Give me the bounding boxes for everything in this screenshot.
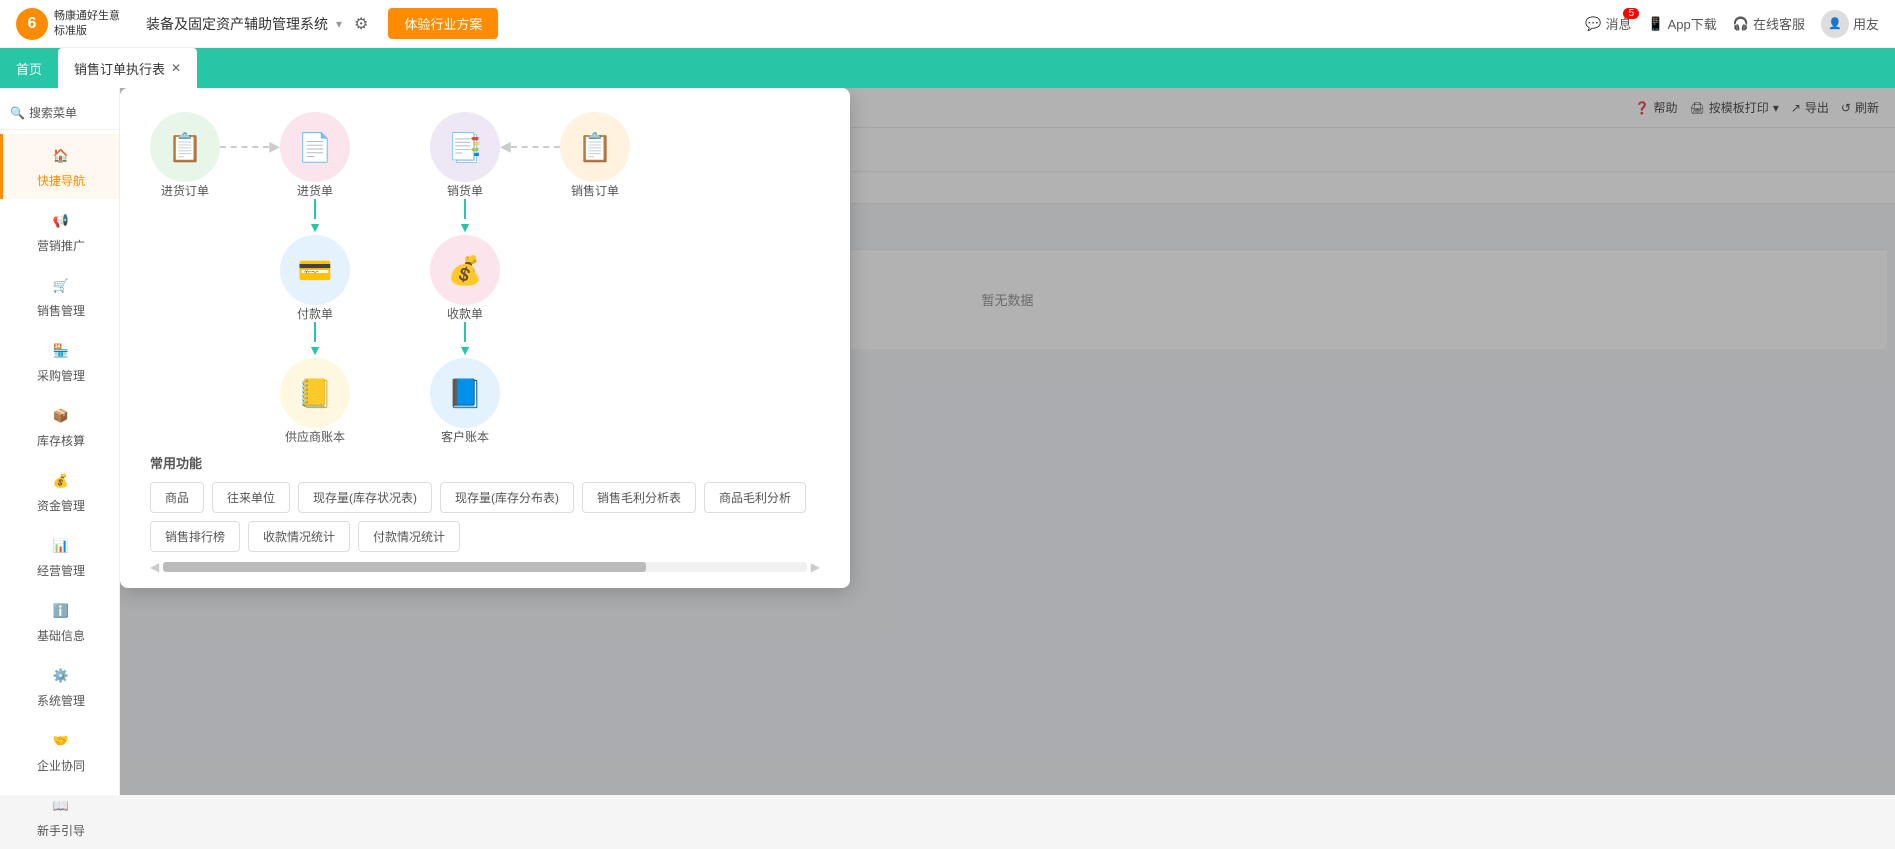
flow-row-1: 📋 进货订单 ▶ 📄	[150, 112, 820, 199]
flow-node-customer-ledger: 📘 客户账本	[430, 358, 500, 445]
message-badge: 5	[1623, 8, 1639, 19]
gear-icon[interactable]: ⚙	[354, 14, 368, 34]
scroll-right-icon[interactable]: ▶	[811, 560, 820, 574]
tab-sales-order[interactable]: 销售订单执行表 ✕	[58, 48, 197, 88]
experience-button[interactable]: 体验行业方案	[388, 8, 498, 39]
scroll-thumb	[163, 562, 646, 572]
scroll-left-icon[interactable]: ◀	[150, 560, 159, 574]
dropdown-icon[interactable]: ▾	[336, 17, 342, 31]
purchase-bill-icon: 📄	[298, 131, 333, 164]
marketing-icon: 📢	[49, 209, 73, 233]
info-icon: ℹ️	[49, 599, 73, 623]
flow-node-supplier-ledger: 📒 供应商账本	[280, 358, 350, 445]
finance-icon: 💰	[49, 469, 73, 493]
payment-bill-icon: 💳	[298, 254, 333, 287]
main-layout: 🔍 搜索菜单 🏠 快捷导航 📢 营销推广 🛒 销售管理 🏪 采购管理 📦 库存核…	[0, 88, 1895, 795]
arrow-purchase-to-purchase-bill: ▶	[220, 138, 280, 155]
app-download-button[interactable]: 📱 App下载	[1647, 14, 1716, 33]
func-buttons-row2: 销售排行榜 收款情况统计 付款情况统计	[150, 521, 820, 552]
func-btn-stock-status[interactable]: 现存量(库存状况表)	[298, 482, 432, 513]
tab-close-icon[interactable]: ✕	[171, 61, 181, 75]
message-icon: 💬	[1585, 16, 1601, 32]
common-functions-title: 常用功能	[150, 453, 820, 472]
down-arrow-payment: ▼	[280, 322, 350, 358]
customer-ledger-icon: 📘	[448, 377, 483, 410]
sales-order-icon: 📋	[578, 131, 613, 164]
purchase-icon: 🏪	[49, 339, 73, 363]
online-service-button[interactable]: 🎧 在线客服	[1733, 14, 1805, 33]
down-arrow-purchase-bill: ▼	[280, 199, 350, 235]
scroll-track	[163, 562, 807, 572]
sidebar-item-purchase[interactable]: 🏪 采购管理	[0, 329, 119, 394]
func-buttons-row1: 商品 往来单位 现存量(库存状况表) 现存量(库存分布表) 销售毛利分析表 商品…	[150, 482, 820, 513]
receipt-bill-icon: 💰	[448, 254, 483, 287]
func-btn-partners[interactable]: 往来单位	[212, 482, 290, 513]
flow-node-receipt-bill: 💰 收款单	[430, 235, 500, 322]
purchase-order-icon: 📋	[168, 131, 203, 164]
sidebar-item-marketing[interactable]: 📢 营销推广	[0, 199, 119, 264]
flow-node-sales-bill: 📑 销货单	[430, 112, 500, 199]
down-arrow-receipt: ▼	[430, 322, 500, 358]
sidebar-item-guide[interactable]: 📖 新手引导	[0, 784, 119, 849]
popup-scrollbar[interactable]: ◀ ▶	[150, 560, 820, 574]
sidebar-item-finance[interactable]: 💰 资金管理	[0, 459, 119, 524]
top-header: 6 畅康通好生意 标准版 装备及固定资产辅助管理系统 ▾ ⚙ 体验行业方案 💬 …	[0, 0, 1895, 48]
tab-bar: 首页 销售订单执行表 ✕	[0, 48, 1895, 88]
sidebar-item-operations[interactable]: 📊 经营管理	[0, 524, 119, 589]
system-icon: ⚙️	[49, 664, 73, 688]
flow-node-purchase-order: 📋 进货订单	[150, 112, 220, 199]
search-icon: 🔍	[10, 106, 25, 120]
avatar: 👤	[1821, 10, 1849, 38]
popup-overlay: 📋 进货订单 ▶ 📄	[120, 88, 1895, 795]
tab-home[interactable]: 首页	[0, 48, 58, 88]
flow-row-3: 📒 供应商账本 📘 客户账本	[150, 358, 820, 445]
flow-down-arrows: ▼ ▼	[150, 199, 820, 235]
flow-node-purchase-bill: 📄 进货单	[280, 112, 350, 199]
user-button[interactable]: 👤 用友	[1821, 10, 1879, 38]
func-btn-sales-profit[interactable]: 销售毛利分析表	[582, 482, 696, 513]
sidebar-item-basic-info[interactable]: ℹ️ 基础信息	[0, 589, 119, 654]
sidebar-item-quick-nav[interactable]: 🏠 快捷导航	[0, 134, 119, 199]
flow-node-payment-bill: 💳 付款单	[280, 235, 350, 322]
sales-bill-icon: 📑	[448, 131, 483, 164]
home-icon: 🏠	[49, 144, 73, 168]
sidebar-item-collaboration[interactable]: 🤝 企业协同	[0, 719, 119, 784]
func-btn-sales-ranking[interactable]: 销售排行榜	[150, 521, 240, 552]
logo-text: 畅康通好生意 标准版	[54, 9, 120, 38]
inventory-icon: 📦	[49, 404, 73, 428]
supplier-ledger-icon: 📒	[298, 377, 333, 410]
common-functions-section: 常用功能 商品 往来单位 现存量(库存状况表) 现存量(库存分布表) 销售毛利分…	[150, 453, 820, 552]
content-area: ❓ 帮助 🖨 按模板打印 ▾ ↗ 导出 ↺ 刷新 📅 单据状态	[120, 88, 1895, 795]
func-btn-product[interactable]: 商品	[150, 482, 204, 513]
sidebar-item-system[interactable]: ⚙️ 系统管理	[0, 654, 119, 719]
flow-down-arrows-2: ▼ ▼	[150, 322, 820, 358]
sidebar: 🔍 搜索菜单 🏠 快捷导航 📢 营销推广 🛒 销售管理 🏪 采购管理 📦 库存核…	[0, 88, 120, 795]
collab-icon: 🤝	[49, 729, 73, 753]
guide-icon: 📖	[49, 794, 73, 818]
logo-area: 6 畅康通好生意 标准版	[16, 8, 136, 40]
sales-icon: 🛒	[49, 274, 73, 298]
headset-icon: 🎧	[1733, 16, 1749, 32]
func-btn-product-profit[interactable]: 商品毛利分析	[704, 482, 806, 513]
logo-icon: 6	[16, 8, 48, 40]
operations-icon: 📊	[49, 534, 73, 558]
search-menu-item[interactable]: 🔍 搜索菜单	[0, 96, 119, 130]
phone-icon: 📱	[1647, 16, 1663, 32]
quick-guide-popup: 📋 进货订单 ▶ 📄	[120, 88, 850, 588]
header-right: 💬 消息 5 📱 App下载 🎧 在线客服 👤 用友	[1585, 10, 1879, 38]
sidebar-item-inventory[interactable]: 📦 库存核算	[0, 394, 119, 459]
flow-node-sales-order: 📋 销售订单	[560, 112, 630, 199]
sidebar-item-sales[interactable]: 🛒 销售管理	[0, 264, 119, 329]
func-btn-stock-distribution[interactable]: 现存量(库存分布表)	[440, 482, 574, 513]
system-title: 装备及固定资产辅助管理系统	[146, 14, 328, 34]
flow-row-2: 💳 付款单 💰 收款单	[150, 235, 820, 322]
message-button[interactable]: 💬 消息 5	[1585, 14, 1631, 33]
system-title-area: 装备及固定资产辅助管理系统 ▾ ⚙ 体验行业方案	[146, 8, 1585, 39]
arrow-sales-order-to-sales-bill: ◀	[500, 138, 560, 155]
func-btn-receipt-stats[interactable]: 收款情况统计	[248, 521, 350, 552]
func-btn-payment-stats[interactable]: 付款情况统计	[358, 521, 460, 552]
down-arrow-sales-bill: ▼	[430, 199, 500, 235]
flow-diagram: 📋 进货订单 ▶ 📄	[150, 112, 820, 445]
